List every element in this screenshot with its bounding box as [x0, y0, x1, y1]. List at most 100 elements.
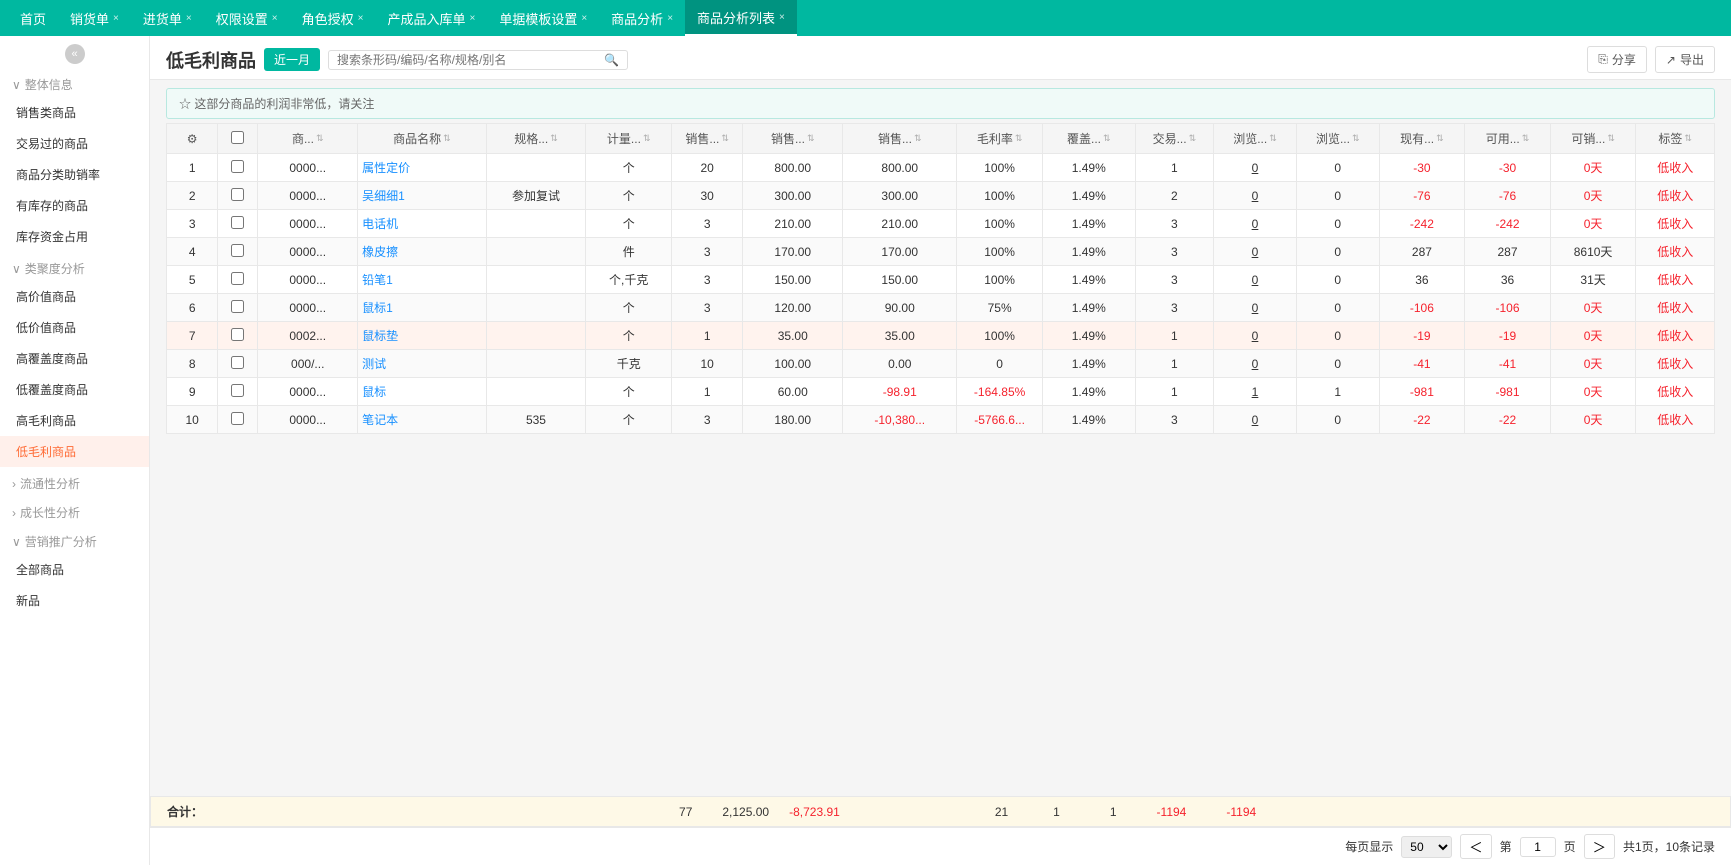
- th-settings[interactable]: ⚙: [167, 124, 218, 154]
- sidebar-group-label-4[interactable]: ∨营销推广分析: [0, 525, 149, 554]
- nav-item-产成品入库单[interactable]: 产成品入库单×: [375, 0, 487, 36]
- cell-name[interactable]: 鼠标1: [358, 294, 486, 322]
- sidebar-item-销售类商品[interactable]: 销售类商品: [0, 97, 149, 128]
- nav-item-角色授权[interactable]: 角色授权×: [290, 0, 376, 36]
- row-checkbox[interactable]: [231, 328, 244, 341]
- nav-close-icon[interactable]: ×: [667, 13, 673, 24]
- nav-close-icon[interactable]: ×: [186, 13, 192, 24]
- cell-name[interactable]: 笔记本: [358, 406, 486, 434]
- next-page-button[interactable]: ＞: [1584, 834, 1615, 859]
- date-filter-button[interactable]: 近一月: [264, 48, 320, 71]
- cell-name[interactable]: 吴细细1: [358, 182, 486, 210]
- per-page-select[interactable]: 50 100 200: [1401, 836, 1452, 858]
- sidebar-item-高价值商品[interactable]: 高价值商品: [0, 281, 149, 312]
- sidebar-item-低毛利商品[interactable]: 低毛利商品: [0, 436, 149, 467]
- cell-current: -19: [1379, 322, 1465, 350]
- sidebar-item-库存资金占用[interactable]: 库存资金占用: [0, 221, 149, 252]
- cell-check[interactable]: [218, 238, 258, 266]
- nav-item-商品分析列表[interactable]: 商品分析列表×: [685, 0, 797, 36]
- nav-item-首页[interactable]: 首页: [8, 0, 58, 36]
- cell-browse1[interactable]: 0: [1214, 294, 1297, 322]
- row-checkbox[interactable]: [231, 412, 244, 425]
- cell-browse1[interactable]: 0: [1214, 322, 1297, 350]
- cell-check[interactable]: [218, 378, 258, 406]
- cell-check[interactable]: [218, 294, 258, 322]
- cell-check[interactable]: [218, 154, 258, 182]
- cell-check[interactable]: [218, 350, 258, 378]
- sidebar-group-label-1[interactable]: ∨类聚度分析: [0, 252, 149, 281]
- cell-salable: 0天: [1550, 378, 1636, 406]
- nav-close-icon[interactable]: ×: [113, 13, 119, 24]
- sidebar-item-新品[interactable]: 新品: [0, 585, 149, 616]
- sidebar-item-全部商品[interactable]: 全部商品: [0, 554, 149, 585]
- search-icon[interactable]: 🔍: [604, 53, 619, 67]
- sidebar-group-label-0[interactable]: ∨整体信息: [0, 68, 149, 97]
- settings-icon: ⚙: [187, 132, 198, 146]
- cell-browse1[interactable]: 0: [1214, 210, 1297, 238]
- nav-item-商品分析[interactable]: 商品分析×: [599, 0, 685, 36]
- row-checkbox[interactable]: [231, 216, 244, 229]
- sidebar-item-高覆盖度商品[interactable]: 高覆盖度商品: [0, 343, 149, 374]
- check-all[interactable]: [231, 131, 244, 144]
- cell-check[interactable]: [218, 406, 258, 434]
- sidebar-item-商品分类助销率[interactable]: 商品分类助销率: [0, 159, 149, 190]
- th-spec: 规格...⇅: [486, 124, 586, 154]
- nav-close-icon[interactable]: ×: [469, 13, 475, 24]
- footer-sale-price: 2,125.00: [722, 805, 769, 819]
- page-number-input[interactable]: [1520, 837, 1556, 857]
- sidebar-item-高毛利商品[interactable]: 高毛利商品: [0, 405, 149, 436]
- th-check[interactable]: [218, 124, 258, 154]
- cell-browse1[interactable]: 0: [1214, 266, 1297, 294]
- nav-close-icon[interactable]: ×: [779, 12, 785, 23]
- cell-browse1[interactable]: 0: [1214, 182, 1297, 210]
- prev-page-button[interactable]: ＜: [1460, 834, 1491, 859]
- row-checkbox[interactable]: [231, 384, 244, 397]
- export-button[interactable]: ↗ 导出: [1655, 46, 1715, 73]
- share-button[interactable]: ⎘ 分享: [1587, 46, 1647, 73]
- row-checkbox[interactable]: [231, 244, 244, 257]
- cell-name[interactable]: 鼠标垫: [358, 322, 486, 350]
- cell-check[interactable]: [218, 182, 258, 210]
- nav-item-进货单[interactable]: 进货单×: [131, 0, 204, 36]
- cell-name[interactable]: 橡皮擦: [358, 238, 486, 266]
- cell-name[interactable]: 属性定价: [358, 154, 486, 182]
- nav-item-权限设置[interactable]: 权限设置×: [204, 0, 290, 36]
- row-checkbox[interactable]: [231, 272, 244, 285]
- sidebar-item-交易过的商品[interactable]: 交易过的商品: [0, 128, 149, 159]
- cell-name[interactable]: 鼠标: [358, 378, 486, 406]
- sidebar-item-低覆盖度商品[interactable]: 低覆盖度商品: [0, 374, 149, 405]
- cell-browse1[interactable]: 0: [1214, 350, 1297, 378]
- sidebar-collapse-button[interactable]: «: [65, 44, 85, 64]
- cell-code: 0000...: [258, 378, 358, 406]
- data-table: ⚙ 商...⇅ 商品名称⇅ 规格...⇅ 计量...⇅ 销售...⇅ 销售...…: [166, 123, 1715, 434]
- cell-name[interactable]: 铅笔1: [358, 266, 486, 294]
- search-input[interactable]: [337, 53, 604, 67]
- row-checkbox[interactable]: [231, 160, 244, 173]
- cell-name[interactable]: 测试: [358, 350, 486, 378]
- cell-tag: 低收入: [1636, 266, 1715, 294]
- sidebar-group-label-3[interactable]: ›成长性分析: [0, 496, 149, 525]
- cell-check[interactable]: [218, 266, 258, 294]
- table-container[interactable]: ⚙ 商...⇅ 商品名称⇅ 规格...⇅ 计量...⇅ 销售...⇅ 销售...…: [150, 123, 1731, 796]
- sidebar-item-低价值商品[interactable]: 低价值商品: [0, 312, 149, 343]
- sidebar-item-有库存的商品[interactable]: 有库存的商品: [0, 190, 149, 221]
- nav-close-icon[interactable]: ×: [272, 13, 278, 24]
- cell-name[interactable]: 电话机: [358, 210, 486, 238]
- cell-browse1[interactable]: 0: [1214, 154, 1297, 182]
- row-checkbox[interactable]: [231, 188, 244, 201]
- cell-browse1[interactable]: 1: [1214, 378, 1297, 406]
- nav-close-icon[interactable]: ×: [358, 13, 364, 24]
- row-checkbox[interactable]: [231, 300, 244, 313]
- cell-browse1[interactable]: 0: [1214, 238, 1297, 266]
- sidebar-group-label-2[interactable]: ›流通性分析: [0, 467, 149, 496]
- cell-check[interactable]: [218, 210, 258, 238]
- th-margin: 覆盖...⇅: [1042, 124, 1135, 154]
- cell-check[interactable]: [218, 322, 258, 350]
- sidebar-group-arrow-icon: ∨: [12, 262, 21, 276]
- nav-item-单据模板设置[interactable]: 单据模板设置×: [487, 0, 599, 36]
- nav-close-icon[interactable]: ×: [581, 13, 587, 24]
- nav-item-销货单[interactable]: 销货单×: [58, 0, 131, 36]
- sidebar-group-0: ∨整体信息销售类商品交易过的商品商品分类助销率有库存的商品库存资金占用: [0, 68, 149, 252]
- row-checkbox[interactable]: [231, 356, 244, 369]
- cell-browse1[interactable]: 0: [1214, 406, 1297, 434]
